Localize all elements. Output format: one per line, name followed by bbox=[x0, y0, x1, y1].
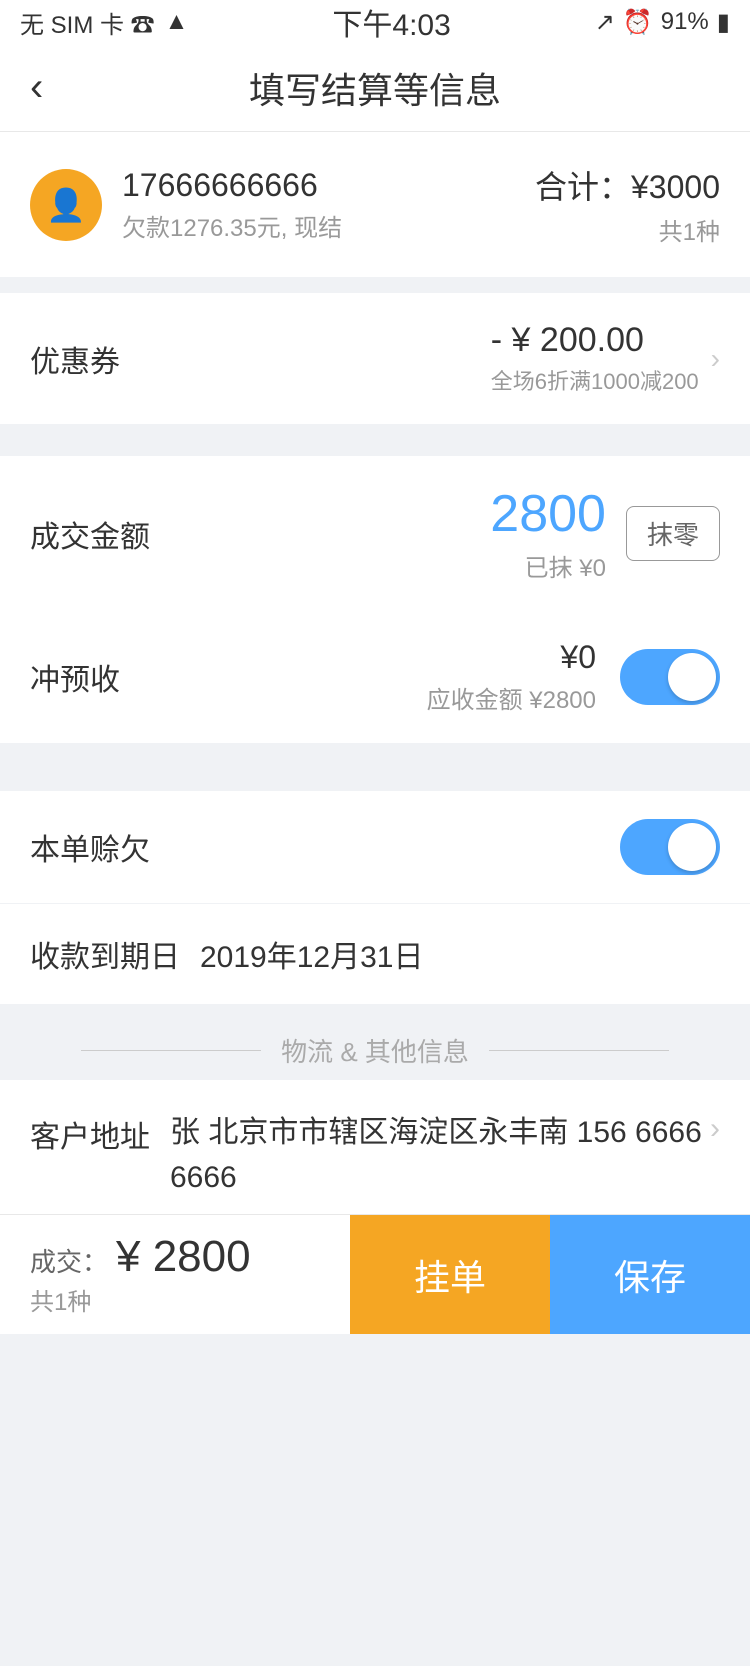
wifi-icon: ▲ bbox=[165, 8, 189, 36]
prepay-label: 冲预收 bbox=[30, 655, 120, 699]
duedate-section: 收款到期日 2019年12月31日 bbox=[0, 903, 750, 1004]
customer-phone: 17666666666 bbox=[122, 167, 342, 204]
amount-value: 2800 bbox=[490, 485, 606, 543]
prepay-amount: ¥0 bbox=[427, 639, 596, 676]
prepay-toggle[interactable] bbox=[620, 649, 720, 705]
address-chevron-icon: › bbox=[710, 1112, 720, 1146]
customer-total: 合计：¥3000 bbox=[535, 162, 720, 208]
avatar: 👤 bbox=[30, 169, 102, 241]
toggle-knob bbox=[668, 653, 716, 701]
extra-space bbox=[0, 1326, 750, 1526]
amount-right: 2800 已抹 ¥0 抹零 bbox=[490, 484, 720, 583]
coupon-row[interactable]: 优惠券 - ¥ 200.00 全场6折满1000减200 › bbox=[0, 293, 750, 424]
hang-button[interactable]: 挂单 bbox=[350, 1215, 550, 1334]
prepay-sub: 应收金额 ¥2800 bbox=[427, 680, 596, 715]
prepay-right: ¥0 应收金额 ¥2800 bbox=[427, 639, 720, 715]
footer-amount: ¥ 2800 bbox=[116, 1232, 251, 1282]
prepay-row: 冲预收 ¥0 应收金额 ¥2800 bbox=[0, 611, 750, 743]
prepay-amount-col: ¥0 应收金额 ¥2800 bbox=[427, 639, 596, 715]
address-label: 客户地址 bbox=[30, 1112, 150, 1156]
duedate-label: 收款到期日 bbox=[30, 932, 180, 976]
customer-left: 👤 17666666666 欠款1276.35元, 现结 bbox=[30, 167, 342, 243]
footer-trans-label: 成交： bbox=[30, 1242, 108, 1279]
transaction-section: 成交金额 2800 已抹 ¥0 抹零 bbox=[0, 456, 750, 611]
clock-icon: ⏰ bbox=[623, 8, 653, 37]
coupon-chevron-icon: › bbox=[711, 343, 720, 375]
credit-section: 本单赊欠 bbox=[0, 791, 750, 903]
nav-bar: ‹ 填写结算等信息 bbox=[0, 44, 750, 132]
logistics-separator: 物流 & 其他信息 bbox=[0, 1020, 750, 1080]
address-row[interactable]: 客户地址 张 北京市市辖区海淀区永丰南 156 6666 6666 › bbox=[0, 1080, 750, 1230]
battery-label: 91% bbox=[661, 8, 709, 36]
content-area: 👤 17666666666 欠款1276.35元, 现结 合计：¥3000 共1… bbox=[0, 132, 750, 1666]
status-left: 无 SIM 卡 ☎ ▲ bbox=[20, 5, 188, 40]
coupon-right: - ¥ 200.00 全场6折满1000减200 › bbox=[491, 321, 720, 396]
status-time: 下午4:03 bbox=[332, 0, 450, 44]
logistics-label: 物流 & 其他信息 bbox=[281, 1032, 469, 1069]
customer-count: 共1种 bbox=[535, 212, 720, 247]
sep-line-left bbox=[81, 1050, 261, 1051]
duedate-value: 2019年12月31日 bbox=[200, 932, 423, 976]
coupon-discount: - ¥ 200.00 bbox=[491, 321, 699, 360]
address-value: 张 北京市市辖区海淀区永丰南 156 6666 6666 bbox=[170, 1110, 710, 1200]
credit-toggle[interactable] bbox=[620, 819, 720, 875]
credit-label: 本单赊欠 bbox=[30, 825, 150, 869]
customer-right: 合计：¥3000 共1种 bbox=[535, 162, 720, 247]
footer: 成交： ¥ 2800 共1种 挂单 保存 bbox=[0, 1214, 750, 1334]
back-button[interactable]: ‹ bbox=[30, 65, 90, 110]
customer-card: 👤 17666666666 欠款1276.35元, 现结 合计：¥3000 共1… bbox=[0, 132, 750, 277]
coupon-label: 优惠券 bbox=[30, 337, 120, 381]
sep-line-right bbox=[489, 1050, 669, 1051]
avatar-icon: 👤 bbox=[46, 186, 86, 224]
amount-sub: 已抹 ¥0 bbox=[490, 548, 606, 583]
amount-row: 成交金额 2800 已抹 ¥0 抹零 bbox=[30, 456, 720, 611]
section-divider-2 bbox=[0, 759, 750, 775]
save-button[interactable]: 保存 bbox=[550, 1215, 750, 1334]
footer-buttons: 挂单 保存 bbox=[350, 1215, 750, 1334]
section-divider-1 bbox=[0, 440, 750, 456]
customer-debt: 欠款1276.35元, 现结 bbox=[122, 208, 342, 243]
footer-info: 成交： ¥ 2800 共1种 bbox=[0, 1232, 350, 1317]
status-right: ↗ ⏰ 91% ▮ bbox=[595, 8, 730, 37]
footer-count: 共1种 bbox=[30, 1282, 320, 1317]
status-bar: 无 SIM 卡 ☎ ▲ 下午4:03 ↗ ⏰ 91% ▮ bbox=[0, 0, 750, 44]
amount-col: 2800 已抹 ¥0 bbox=[490, 484, 606, 583]
logistics-sep-inner: 物流 & 其他信息 bbox=[81, 1032, 669, 1069]
round-button[interactable]: 抹零 bbox=[626, 506, 720, 561]
page-title: 填写结算等信息 bbox=[249, 62, 501, 114]
battery-icon: ▮ bbox=[717, 8, 730, 37]
location-icon: ↗ bbox=[595, 8, 615, 37]
amount-label: 成交金额 bbox=[30, 512, 150, 556]
credit-toggle-knob bbox=[668, 823, 716, 871]
sim-label: 无 SIM 卡 ☎ bbox=[20, 5, 155, 40]
customer-info: 17666666666 欠款1276.35元, 现结 bbox=[122, 167, 342, 243]
coupon-desc: 全场6折满1000减200 bbox=[491, 364, 699, 396]
